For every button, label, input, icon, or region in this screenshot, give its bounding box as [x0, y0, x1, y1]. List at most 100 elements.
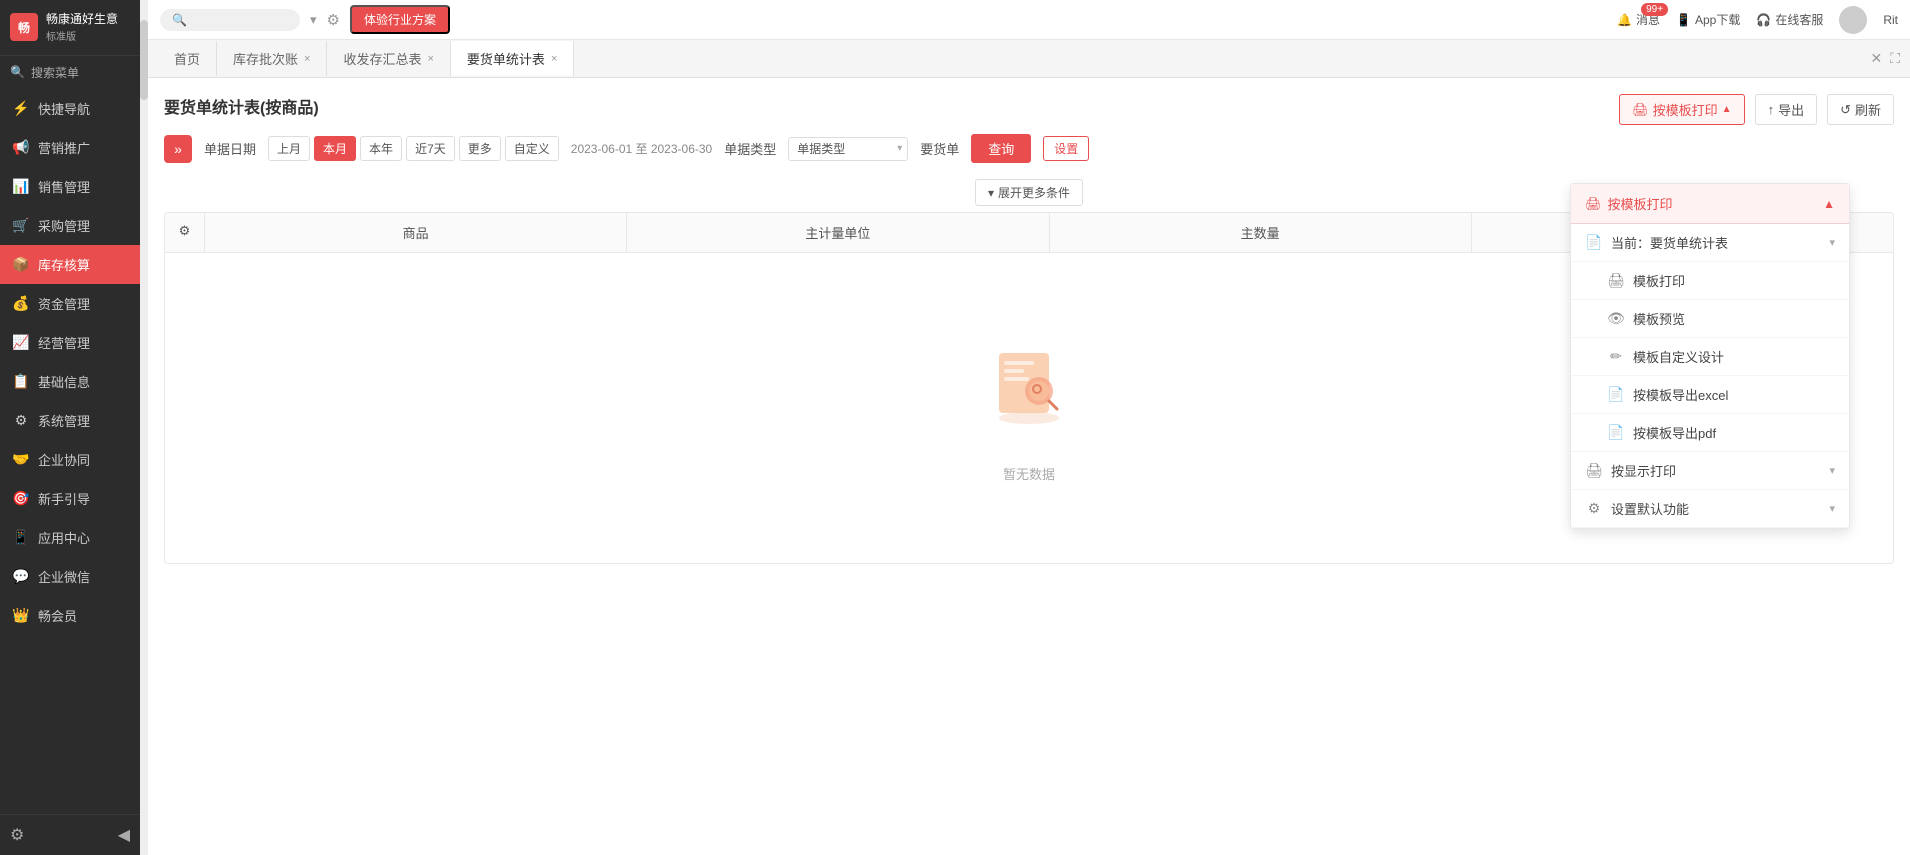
sidebar-item-label: 营销推广 — [38, 138, 90, 157]
current-template-icon: 📄 — [1585, 234, 1603, 251]
last7-btn[interactable]: 近7天 — [406, 136, 455, 161]
current-year-btn[interactable]: 本年 — [360, 136, 402, 161]
dropdown-set-default[interactable]: ⚙ 设置默认功能 ▾ — [1571, 490, 1849, 528]
dropdown-title: 🖨 按模板打印 — [1585, 194, 1673, 213]
sidebar-item-purchase[interactable]: 🛒 采购管理 — [0, 206, 140, 245]
refresh-icon: ↺ — [1840, 102, 1851, 118]
trial-button[interactable]: 体验行业方案 — [350, 5, 450, 34]
sidebar-item-apps[interactable]: 📱 应用中心 — [0, 518, 140, 557]
sidebar-item-wechat[interactable]: 💬 企业微信 — [0, 557, 140, 596]
filter-expand-btn[interactable]: » — [164, 135, 192, 163]
refresh-button[interactable]: ↺ 刷新 — [1827, 94, 1894, 125]
sidebar-item-operations[interactable]: 📈 经营管理 — [0, 323, 140, 362]
dropdown-template-print[interactable]: 🖨 模板打印 — [1571, 262, 1849, 300]
expand-more-btn[interactable]: ▾ 展开更多条件 — [975, 179, 1083, 206]
export-button[interactable]: ↑ 导出 — [1755, 94, 1818, 125]
app-download-btn[interactable]: 📱 App下载 — [1676, 11, 1740, 28]
dropdown-display-print[interactable]: 🖨 按显示打印 ▾ — [1571, 452, 1849, 490]
sidebar-item-quick-nav[interactable]: ⚡ 快捷导航 — [0, 89, 140, 128]
sidebar-item-label: 应用中心 — [38, 528, 90, 547]
sidebar-search-item[interactable]: 🔍 搜索菜单 — [0, 56, 140, 89]
user-avatar[interactable] — [1839, 6, 1867, 34]
topbar-gear-icon[interactable]: ⚙ — [327, 11, 340, 29]
sidebar-item-inventory[interactable]: 📦 库存核算 — [0, 245, 140, 284]
sidebar-item-label: 资金管理 — [38, 294, 90, 313]
sidebar: 畅 畅康通好生意 标准版 🔍 搜索菜单 ⚡ 快捷导航 📢 营销推广 📊 销售管理… — [0, 0, 140, 855]
tab-batch-account-close[interactable]: × — [304, 53, 310, 65]
sidebar-item-finance[interactable]: 💰 资金管理 — [0, 284, 140, 323]
operations-icon: 📈 — [12, 334, 30, 351]
col-unit: 主计量单位 — [627, 213, 1049, 252]
sidebar-item-guide[interactable]: 🎯 新手引导 — [0, 479, 140, 518]
dropdown-template-preview[interactable]: 👁 模板预览 — [1571, 300, 1849, 338]
tab-order-stats-close[interactable]: × — [551, 53, 557, 65]
sidebar-item-member[interactable]: 👑 畅会员 — [0, 596, 140, 635]
system-icon: ⚙ — [12, 412, 30, 429]
maximize-icon[interactable]: ⛶ — [1890, 50, 1900, 67]
tab-batch-account[interactable]: 库存批次账 × — [217, 41, 327, 76]
sidebar-item-label: 系统管理 — [38, 411, 90, 430]
dropdown-template-excel[interactable]: 📄 按模板导出excel — [1571, 376, 1849, 414]
topbar-actions: 🔔 消息 99+ 📱 App下载 🎧 在线客服 Rit — [1617, 6, 1898, 34]
tab-home[interactable]: 首页 — [158, 41, 217, 76]
current-month-btn[interactable]: 本月 — [314, 136, 356, 161]
sidebar-item-label: 库存核算 — [38, 255, 90, 274]
col-settings[interactable]: ⚙ — [165, 213, 205, 252]
tab-order-stats-label: 要货单统计表 — [467, 49, 545, 68]
empty-icon — [979, 333, 1079, 452]
inventory-icon: 📦 — [12, 256, 30, 273]
bell-icon: 🔔 — [1617, 13, 1632, 27]
order-type-label: 单据类型 — [724, 139, 776, 158]
print-template-button[interactable]: 🖨 按模板打印 ▲ — [1619, 94, 1744, 125]
dropdown-chevron-up[interactable]: ▲ — [1823, 197, 1835, 211]
guide-icon: 🎯 — [12, 490, 30, 507]
tab-receipt-summary[interactable]: 收发存汇总表 × — [327, 41, 450, 76]
print-icon: 🖨 — [1632, 102, 1649, 118]
member-icon: 👑 — [12, 607, 30, 624]
quick-nav-icon: ⚡ — [12, 100, 30, 117]
sidebar-item-system[interactable]: ⚙ 系统管理 — [0, 401, 140, 440]
dropdown-template-pdf[interactable]: 📄 按模板导出pdf — [1571, 414, 1849, 452]
online-service-btn[interactable]: 🎧 在线客服 — [1756, 11, 1823, 28]
sidebar-item-marketing[interactable]: 📢 营销推广 — [0, 128, 140, 167]
topbar-search[interactable]: 🔍 — [160, 9, 300, 31]
set-default-icon: ⚙ — [1585, 500, 1603, 517]
sidebar-item-label: 新手引导 — [38, 489, 90, 508]
sales-icon: 📊 — [12, 178, 30, 195]
sidebar-logo: 畅 畅康通好生意 标准版 — [0, 0, 140, 56]
col-product: 商品 — [205, 213, 627, 252]
collapse-icon[interactable]: ◀ — [118, 825, 130, 845]
sidebar-item-label: 企业协同 — [38, 450, 90, 469]
date-label: 单据日期 — [204, 139, 256, 158]
topbar-dropdown-icon[interactable]: ▾ — [310, 12, 317, 28]
custom-btn[interactable]: 自定义 — [505, 136, 559, 161]
tab-receipt-summary-close[interactable]: × — [427, 53, 433, 65]
prev-month-btn[interactable]: 上月 — [268, 136, 310, 161]
template-excel-icon: 📄 — [1607, 386, 1625, 403]
settings-button[interactable]: 设置 — [1043, 136, 1089, 161]
settings-footer-icon[interactable]: ⚙ — [10, 825, 24, 845]
topbar-search-icon: 🔍 — [172, 13, 187, 27]
sidebar-scrollbar[interactable] — [140, 0, 148, 855]
print-header-icon: 🖨 — [1585, 196, 1602, 212]
sidebar-item-sales[interactable]: 📊 销售管理 — [0, 167, 140, 206]
notifications-btn[interactable]: 🔔 消息 99+ — [1617, 11, 1660, 28]
sidebar-item-basic[interactable]: 📋 基础信息 — [0, 362, 140, 401]
more-btn[interactable]: 更多 — [459, 136, 501, 161]
chevron-up-icon: ▲ — [1722, 104, 1732, 115]
sidebar-item-label: 畅会员 — [38, 606, 77, 625]
template-pdf-icon: 📄 — [1607, 424, 1625, 441]
order-type-select[interactable]: 单据类型 — [788, 137, 908, 161]
close-all-icon[interactable]: ✕ — [1870, 50, 1882, 67]
dropdown-template-design[interactable]: ✏ 模板自定义设计 — [1571, 338, 1849, 376]
sidebar-item-collab[interactable]: 🤝 企业协同 — [0, 440, 140, 479]
basic-icon: 📋 — [12, 373, 30, 390]
dropdown-header-actions: ▲ — [1823, 197, 1835, 211]
tab-batch-account-label: 库存批次账 — [233, 49, 298, 68]
query-button[interactable]: 查询 — [971, 134, 1031, 163]
wechat-icon: 💬 — [12, 568, 30, 585]
tab-order-stats[interactable]: 要货单统计表 × — [451, 41, 574, 76]
dropdown-current[interactable]: 📄 当前：要货单统计表 ▾ — [1571, 224, 1849, 262]
print-dropdown-panel: 🖨 按模板打印 ▲ 📄 当前：要货单统计表 ▾ 🖨 模板打印 👁 模板预览 — [1570, 183, 1850, 529]
sidebar-scrollbar-thumb — [140, 20, 148, 100]
